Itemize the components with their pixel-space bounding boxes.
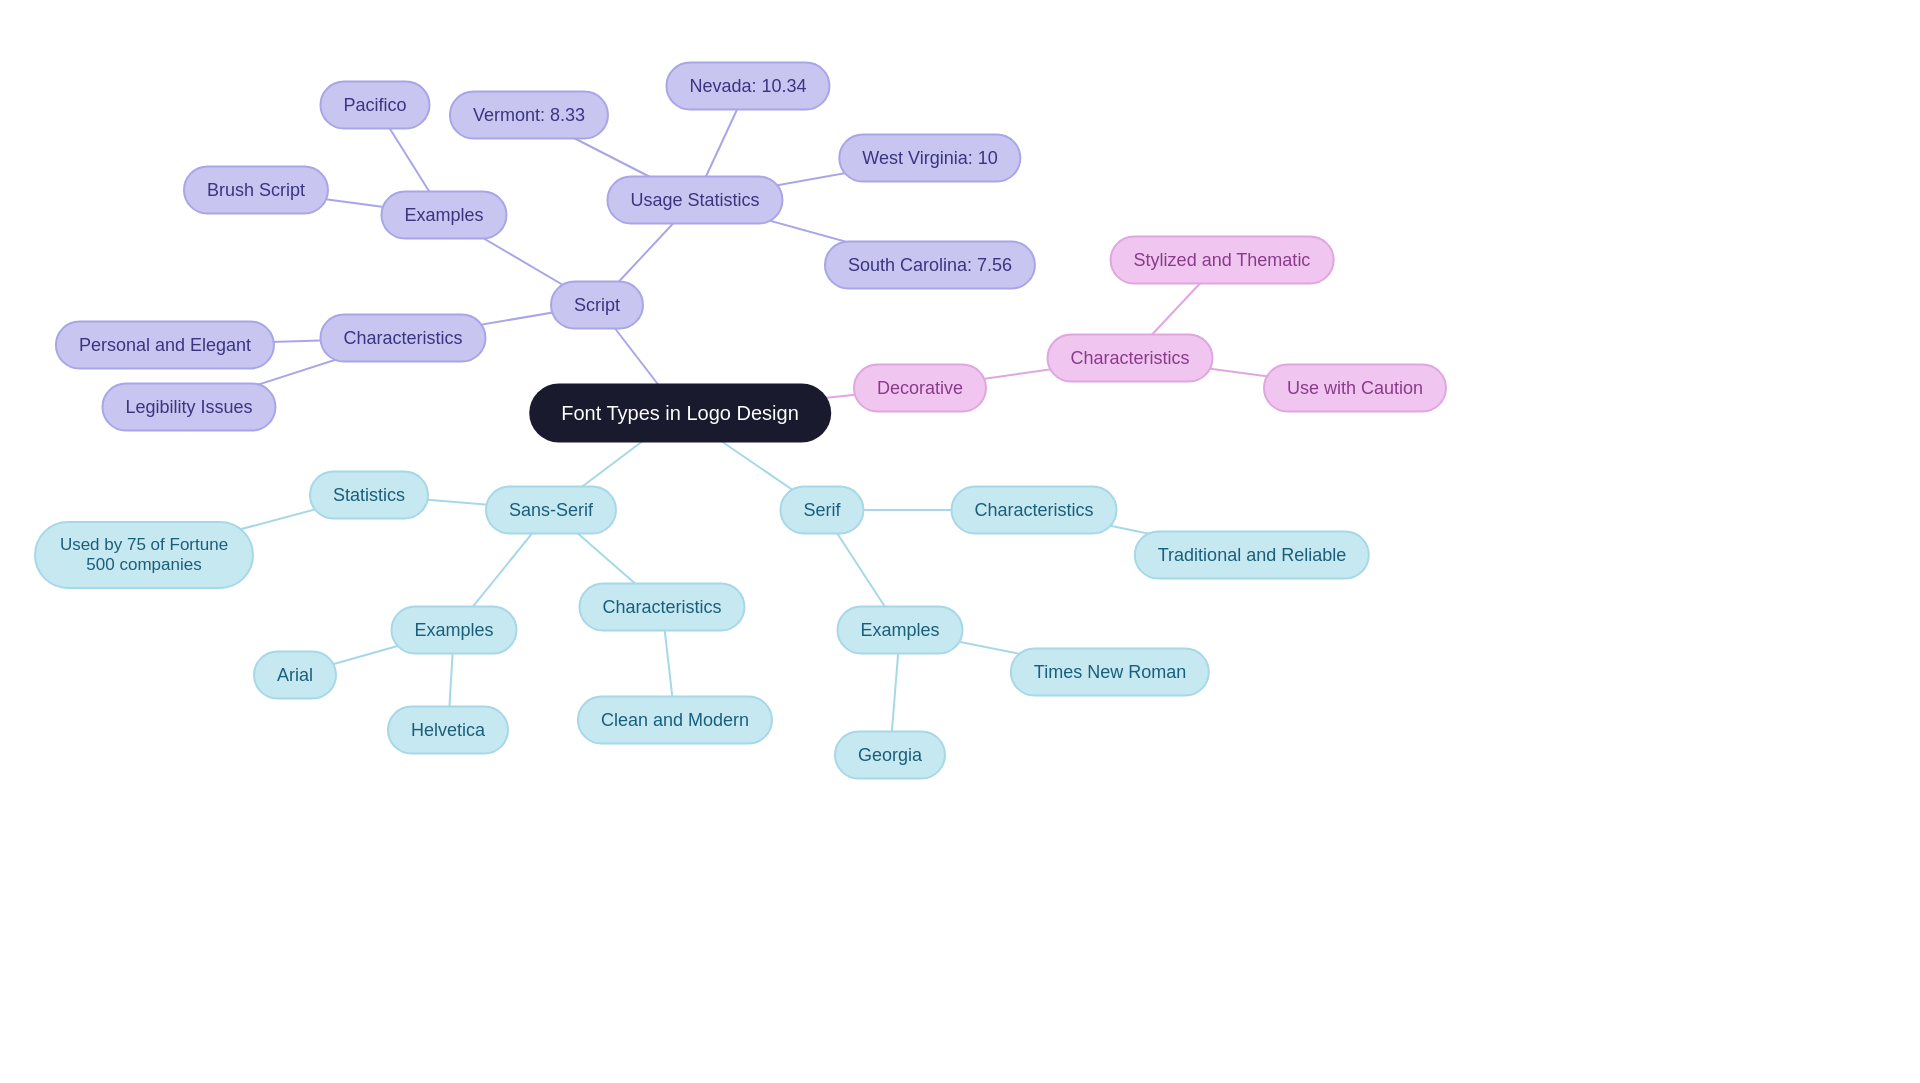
- brush-script-node: Brush Script: [183, 166, 329, 215]
- west-virginia-node: West Virginia: 10: [838, 134, 1021, 183]
- ss-characteristics-node: Characteristics: [578, 583, 745, 632]
- decorative-characteristics-node: Characteristics: [1046, 334, 1213, 383]
- traditional-reliable-node: Traditional and Reliable: [1134, 531, 1370, 580]
- usage-statistics-node: Usage Statistics: [606, 176, 783, 225]
- serif-node: Serif: [779, 486, 864, 535]
- use-with-caution-node: Use with Caution: [1263, 364, 1447, 413]
- serif-characteristics-node: Characteristics: [950, 486, 1117, 535]
- ss-statistics-node: Statistics: [309, 471, 429, 520]
- fortune-500-node: Used by 75 of Fortune 500 companies: [34, 521, 254, 589]
- serif-examples-node: Examples: [836, 606, 963, 655]
- script-node: Script: [550, 281, 644, 330]
- arial-node: Arial: [253, 651, 337, 700]
- times-new-roman-node: Times New Roman: [1010, 648, 1210, 697]
- legibility-issues-node: Legibility Issues: [101, 383, 276, 432]
- vermont-node: Vermont: 8.33: [449, 91, 609, 140]
- south-carolina-node: South Carolina: 7.56: [824, 241, 1036, 290]
- sansserif-node: Sans-Serif: [485, 486, 617, 535]
- stylized-thematic-node: Stylized and Thematic: [1110, 236, 1335, 285]
- helvetica-node: Helvetica: [387, 706, 509, 755]
- center-node: Font Types in Logo Design: [529, 384, 831, 443]
- ss-examples-node: Examples: [390, 606, 517, 655]
- nevada-node: Nevada: 10.34: [665, 62, 830, 111]
- personal-elegant-node: Personal and Elegant: [55, 321, 275, 370]
- script-examples-node: Examples: [380, 191, 507, 240]
- script-characteristics-node: Characteristics: [319, 314, 486, 363]
- decorative-node: Decorative: [853, 364, 987, 413]
- mindmap-container: Font Types in Logo Design Script Example…: [0, 0, 1920, 1083]
- georgia-node: Georgia: [834, 731, 946, 780]
- pacifico-node: Pacifico: [319, 81, 430, 130]
- clean-modern-node: Clean and Modern: [577, 696, 773, 745]
